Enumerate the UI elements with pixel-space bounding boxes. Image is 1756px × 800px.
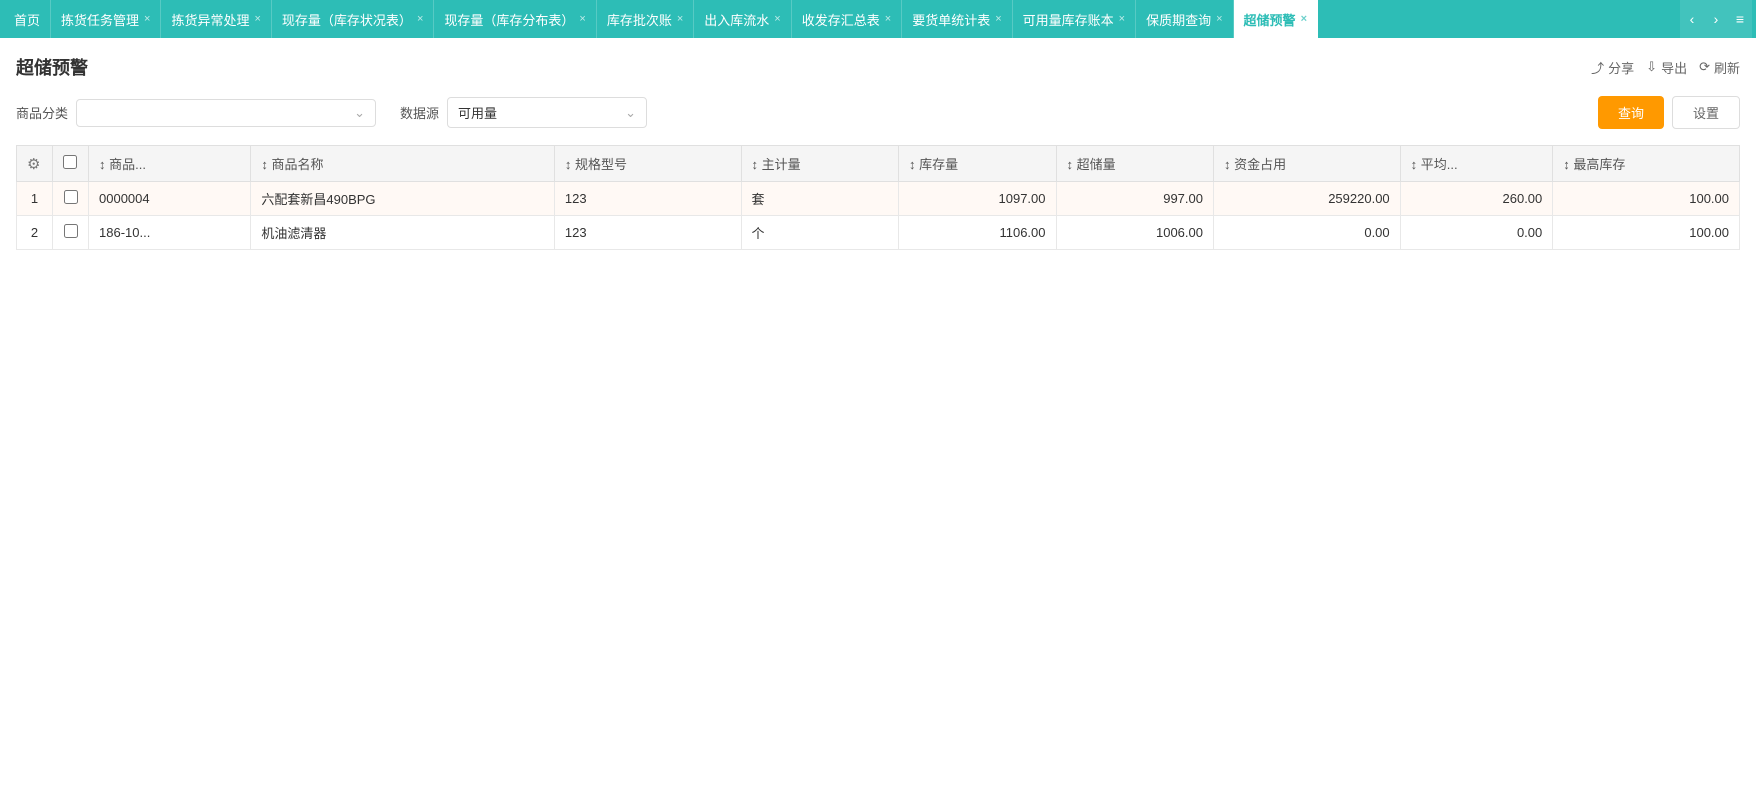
export-button[interactable]: ⇩ 导出 [1646, 58, 1687, 77]
close-icon[interactable]: × [774, 13, 780, 25]
close-icon[interactable]: × [885, 13, 891, 25]
settings-button[interactable]: 设置 [1672, 96, 1740, 129]
table-header-row: ⚙ ↕ 商品... ↕ 商品名称 ↕ 规格型号 ↕ [17, 146, 1740, 182]
gear-icon[interactable]: ⚙ [27, 156, 40, 173]
nav-tab-order-stats[interactable]: 要货单统计表× [902, 0, 1012, 38]
td-product-name: 机油滤清器 [251, 216, 554, 250]
row-checkbox[interactable] [64, 224, 78, 238]
page-header: 超储预警 ⤴ 分享 ⇩ 导出 ⟳ 刷新 [16, 54, 1740, 80]
share-icon: ⤴ [1591, 58, 1604, 77]
close-icon[interactable]: × [417, 13, 423, 25]
td-max-stock: 100.00 [1553, 182, 1740, 216]
nav-tab-collect-send[interactable]: 收发存汇总表× [792, 0, 902, 38]
data-source-label: 数据源 [400, 103, 439, 122]
td-spec: 123 [554, 216, 741, 250]
chevron-down-icon: ⌄ [625, 105, 636, 121]
close-icon[interactable]: × [144, 13, 150, 25]
th-product-name[interactable]: ↕ 商品名称 [251, 146, 554, 182]
query-button[interactable]: 查询 [1598, 96, 1664, 129]
nav-tab-task-mgmt[interactable]: 拣货任务管理× [51, 0, 161, 38]
nav-tab-home[interactable]: 首页 [4, 0, 51, 38]
filter-actions: 查询 设置 [1598, 96, 1740, 129]
select-all-checkbox[interactable] [63, 155, 77, 169]
td-unit: 个 [741, 216, 898, 250]
product-category-label: 商品分类 [16, 103, 68, 122]
td-inventory: 1106.00 [899, 216, 1056, 250]
data-table: ⚙ ↕ 商品... ↕ 商品名称 ↕ 规格型号 ↕ [16, 145, 1740, 250]
close-icon[interactable]: × [1301, 13, 1307, 25]
header-actions: ⤴ 分享 ⇩ 导出 ⟳ 刷新 [1591, 58, 1740, 77]
table-row: 1 0000004 六配套新昌490BPG 123 套 1097.00 997.… [17, 182, 1740, 216]
td-checkbox [53, 216, 89, 250]
data-source-filter: 数据源 可用量 ⌄ [400, 97, 647, 128]
product-category-select[interactable]: ⌄ [76, 99, 376, 127]
td-avg: 260.00 [1400, 182, 1553, 216]
page-title: 超储预警 [16, 54, 88, 80]
td-spec: 123 [554, 182, 741, 216]
td-product-code: 186-10... [89, 216, 251, 250]
row-checkbox[interactable] [64, 190, 78, 204]
th-product-code[interactable]: ↕ 商品... [89, 146, 251, 182]
nav-arrows: ‹ › ≡ [1680, 0, 1752, 38]
page-content: 超储预警 ⤴ 分享 ⇩ 导出 ⟳ 刷新 商品分类 ⌄ 数据源 [0, 38, 1756, 800]
nav-tab-inout-flow[interactable]: 出入库流水× [694, 0, 791, 38]
td-capital: 259220.00 [1213, 182, 1400, 216]
share-button[interactable]: ⤴ 分享 [1591, 58, 1634, 77]
close-icon[interactable]: × [677, 13, 683, 25]
close-icon[interactable]: × [1216, 13, 1222, 25]
td-max-stock: 100.00 [1553, 216, 1740, 250]
nav-menu-button[interactable]: ≡ [1728, 0, 1752, 38]
filter-bar: 商品分类 ⌄ 数据源 可用量 ⌄ 查询 设置 [16, 96, 1740, 129]
data-source-select[interactable]: 可用量 ⌄ [447, 97, 647, 128]
th-spec[interactable]: ↕ 规格型号 [554, 146, 741, 182]
data-source-value: 可用量 [458, 103, 497, 122]
td-row-num: 1 [17, 182, 53, 216]
td-avg: 0.00 [1400, 216, 1553, 250]
td-product-code: 0000004 [89, 182, 251, 216]
close-icon[interactable]: × [579, 13, 585, 25]
table-row: 2 186-10... 机油滤清器 123 个 1106.00 1006.00 … [17, 216, 1740, 250]
export-icon: ⇩ [1646, 59, 1657, 75]
product-category-value [87, 105, 91, 120]
nav-tab-abnormal[interactable]: 拣货异常处理× [161, 0, 271, 38]
close-icon[interactable]: × [995, 13, 1001, 25]
td-capital: 0.00 [1213, 216, 1400, 250]
nav-tab-overstock-warning[interactable]: 超储预警× [1234, 0, 1318, 38]
nav-tab-available-book[interactable]: 可用量库存账本× [1013, 0, 1136, 38]
product-category-filter: 商品分类 ⌄ [16, 99, 376, 127]
nav-tab-quality-check[interactable]: 保质期查询× [1136, 0, 1233, 38]
chevron-down-icon: ⌄ [354, 105, 365, 121]
th-inventory[interactable]: ↕ 库存量 [899, 146, 1056, 182]
td-unit: 套 [741, 182, 898, 216]
nav-prev-button[interactable]: ‹ [1680, 0, 1704, 38]
th-capital[interactable]: ↕ 资金占用 [1213, 146, 1400, 182]
td-row-num: 2 [17, 216, 53, 250]
td-checkbox [53, 182, 89, 216]
refresh-button[interactable]: ⟳ 刷新 [1699, 58, 1740, 77]
td-overstock: 1006.00 [1056, 216, 1213, 250]
refresh-icon: ⟳ [1699, 59, 1710, 75]
top-nav: 首页拣货任务管理×拣货异常处理×现存量（库存状况表）×现存量（库存分布表）×库存… [0, 0, 1756, 38]
th-unit[interactable]: ↕ 主计量 [741, 146, 898, 182]
th-overstock[interactable]: ↕ 超储量 [1056, 146, 1213, 182]
th-checkbox [53, 146, 89, 182]
td-overstock: 997.00 [1056, 182, 1213, 216]
th-gear: ⚙ [17, 146, 53, 182]
nav-tab-batch-account[interactable]: 库存批次账× [597, 0, 694, 38]
th-max-stock[interactable]: ↕ 最高库存 [1553, 146, 1740, 182]
close-icon[interactable]: × [254, 13, 260, 25]
td-inventory: 1097.00 [899, 182, 1056, 216]
nav-next-button[interactable]: › [1704, 0, 1728, 38]
close-icon[interactable]: × [1119, 13, 1125, 25]
td-product-name: 六配套新昌490BPG [251, 182, 554, 216]
th-avg[interactable]: ↕ 平均... [1400, 146, 1553, 182]
nav-tab-inventory-dist[interactable]: 现存量（库存分布表）× [434, 0, 596, 38]
nav-tab-inventory-status[interactable]: 现存量（库存状况表）× [272, 0, 434, 38]
